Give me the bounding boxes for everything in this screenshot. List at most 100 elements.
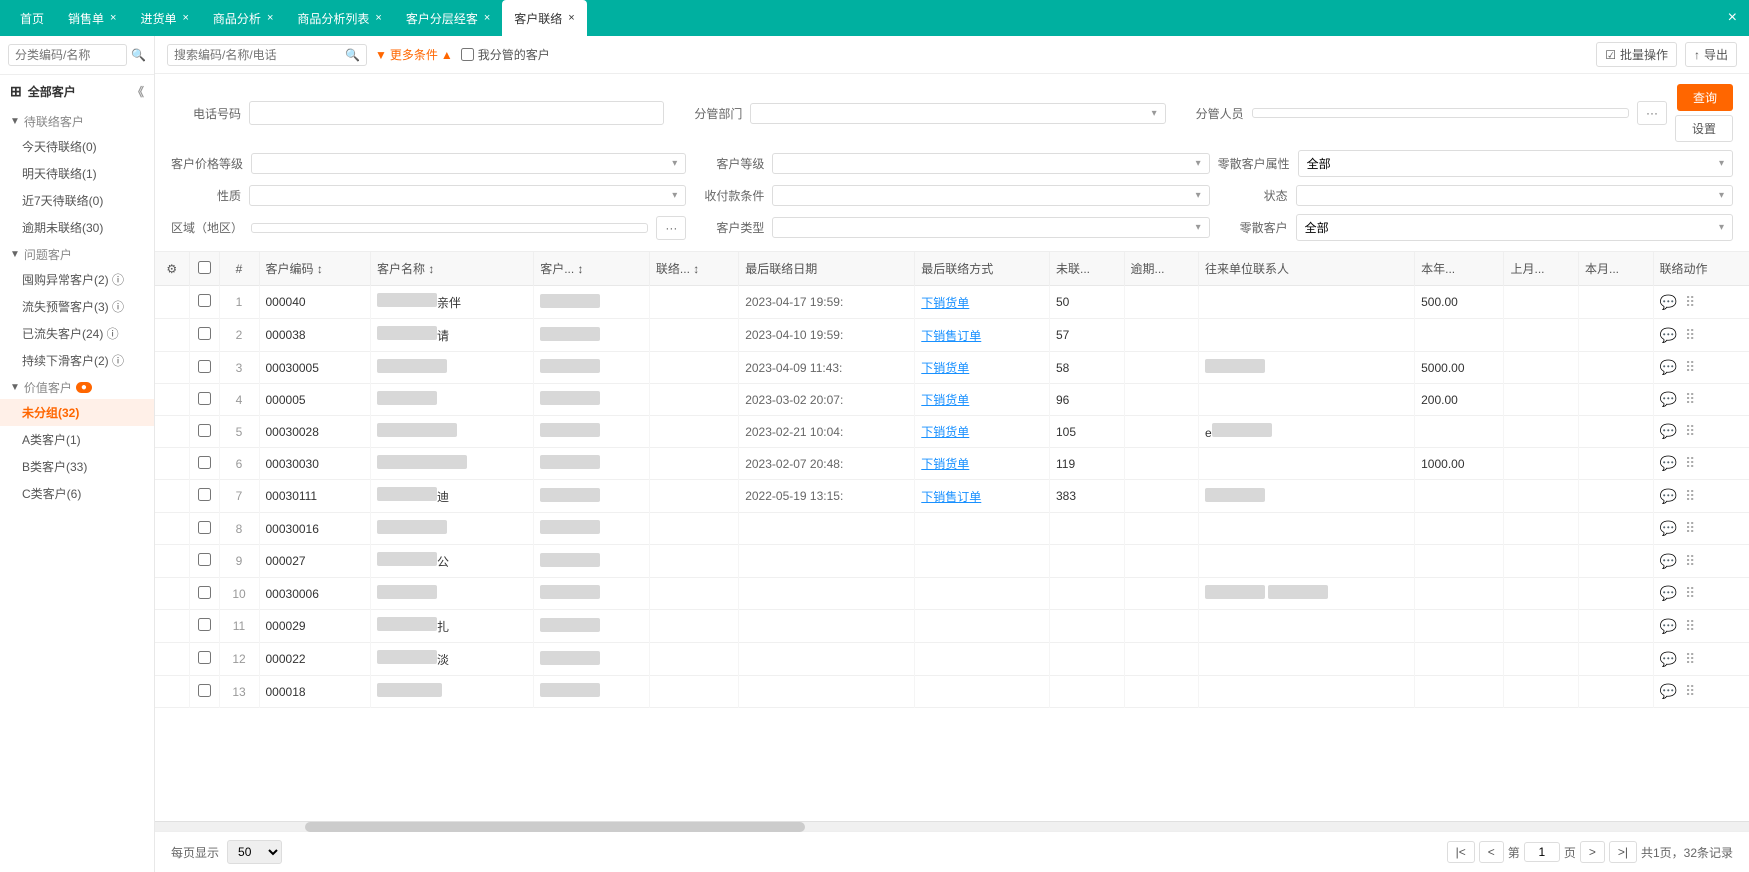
select-all-checkbox[interactable] xyxy=(198,261,211,274)
reset-button[interactable]: 设置 xyxy=(1675,115,1733,142)
row-checkbox[interactable] xyxy=(198,456,211,469)
payment-select[interactable]: ▾ xyxy=(772,185,1209,206)
row-checkbox[interactable] xyxy=(198,294,211,307)
scrollbar-thumb[interactable] xyxy=(305,822,805,832)
td-check[interactable] xyxy=(189,352,219,384)
dept-select[interactable]: ▾ xyxy=(750,103,1165,124)
more-icon[interactable]: ⠿ xyxy=(1685,585,1695,602)
contact-icon[interactable]: 💬 xyxy=(1660,327,1677,344)
sidebar-item-churned[interactable]: 已流失客户(24) ⓘ xyxy=(0,320,154,347)
td-check[interactable] xyxy=(189,448,219,480)
contact-icon[interactable]: 💬 xyxy=(1660,651,1677,668)
th-overdue[interactable]: 逾期... xyxy=(1124,252,1199,286)
th-name[interactable]: 客户名称 ↕ xyxy=(370,252,533,286)
more-icon[interactable]: ⠿ xyxy=(1685,553,1695,570)
more-icon[interactable]: ⠿ xyxy=(1685,488,1695,505)
row-checkbox[interactable] xyxy=(198,327,211,340)
last-page-btn[interactable]: >| xyxy=(1609,841,1637,863)
contact-icon[interactable]: 💬 xyxy=(1660,683,1677,700)
more-icon[interactable]: ⠿ xyxy=(1685,294,1695,311)
my-customers-label[interactable]: 我分管的客户 xyxy=(461,46,550,63)
main-search-icon[interactable]: 🔍 xyxy=(345,48,360,62)
row-checkbox[interactable] xyxy=(198,651,211,664)
row-checkbox[interactable] xyxy=(198,618,211,631)
th-settings[interactable]: ⚙ xyxy=(155,252,189,286)
last-method-link[interactable]: 下销货单 xyxy=(921,296,969,310)
tab-analysis[interactable]: 商品分析 × xyxy=(201,0,285,36)
th-check[interactable] xyxy=(189,252,219,286)
query-button[interactable]: 查询 xyxy=(1677,84,1733,111)
last-method-link[interactable]: 下销货单 xyxy=(921,361,969,375)
th-contact[interactable]: 联络... ↕ xyxy=(649,252,738,286)
sidebar-item-7days[interactable]: 近7天待联络(0) xyxy=(0,187,154,214)
row-checkbox[interactable] xyxy=(198,684,211,697)
export-btn[interactable]: ↑ 导出 xyxy=(1685,42,1737,67)
td-check[interactable] xyxy=(189,643,219,676)
tab-purchase[interactable]: 进货单 × xyxy=(128,0,200,36)
retail-select[interactable]: 全部 ▾ xyxy=(1296,214,1733,241)
contact-icon[interactable]: 💬 xyxy=(1660,520,1677,537)
first-page-btn[interactable]: |< xyxy=(1447,841,1475,863)
more-icon[interactable]: ⠿ xyxy=(1685,618,1695,635)
region-select[interactable] xyxy=(251,223,648,233)
more-icon[interactable]: ⠿ xyxy=(1685,455,1695,472)
contact-icon[interactable]: 💬 xyxy=(1660,618,1677,635)
sidebar-item-today[interactable]: 今天待联络(0) xyxy=(0,133,154,160)
next-page-btn[interactable]: > xyxy=(1580,841,1605,863)
my-customers-checkbox[interactable] xyxy=(461,48,474,61)
row-checkbox[interactable] xyxy=(198,488,211,501)
td-check[interactable] xyxy=(189,610,219,643)
sidebar-item-b-class[interactable]: B类客户(33) xyxy=(0,453,154,480)
per-page-select[interactable]: 50 100 xyxy=(227,840,282,864)
contact-icon[interactable]: 💬 xyxy=(1660,553,1677,570)
sidebar-all-label[interactable]: ⊞ 全部客户 《 xyxy=(0,75,154,108)
th-last-date[interactable]: 最后联络日期 xyxy=(739,252,915,286)
th-last-method[interactable]: 最后联络方式 xyxy=(915,252,1050,286)
row-checkbox[interactable] xyxy=(198,392,211,405)
td-check[interactable] xyxy=(189,480,219,513)
th-this-month[interactable]: 本月... xyxy=(1579,252,1654,286)
sidebar-group-value[interactable]: ▼ 价值客户 ● xyxy=(0,374,154,399)
td-check[interactable] xyxy=(189,513,219,545)
last-method-link[interactable]: 下销货单 xyxy=(921,393,969,407)
contact-icon[interactable]: 💬 xyxy=(1660,423,1677,440)
tab-customer-contact-close[interactable]: × xyxy=(568,12,574,24)
tab-customer-contact[interactable]: 客户联络 × xyxy=(502,0,586,36)
last-method-link[interactable]: 下销货单 xyxy=(921,457,969,471)
row-checkbox[interactable] xyxy=(198,553,211,566)
more-icon[interactable]: ⠿ xyxy=(1685,520,1695,537)
sidebar-search-input[interactable] xyxy=(8,44,127,66)
gender-select[interactable]: ▾ xyxy=(249,185,686,206)
region-ellipsis[interactable]: ··· xyxy=(656,216,686,240)
tab-home[interactable]: 首页 xyxy=(8,0,56,36)
tab-purchase-close[interactable]: × xyxy=(182,12,188,24)
tab-analysis-list[interactable]: 商品分析列表 × xyxy=(285,0,393,36)
sidebar-collapse-icon[interactable]: 《 xyxy=(132,83,144,100)
more-icon[interactable]: ⠿ xyxy=(1685,391,1695,408)
th-code[interactable]: 客户编码 ↕ xyxy=(259,252,370,286)
td-check[interactable] xyxy=(189,319,219,352)
page-input[interactable] xyxy=(1524,842,1560,862)
tab-bar-global-close[interactable]: × xyxy=(1728,9,1737,27)
person-select[interactable] xyxy=(1252,108,1629,118)
person-ellipsis[interactable]: ··· xyxy=(1637,101,1667,125)
sidebar-search-icon[interactable]: 🔍 xyxy=(131,48,146,62)
sidebar-item-ungroup[interactable]: 未分组(32) xyxy=(0,399,154,426)
td-check[interactable] xyxy=(189,384,219,416)
prev-page-btn[interactable]: < xyxy=(1479,841,1504,863)
tab-analysis-list-close[interactable]: × xyxy=(375,12,381,24)
phone-input[interactable] xyxy=(249,101,664,125)
td-check[interactable] xyxy=(189,416,219,448)
contact-icon[interactable]: 💬 xyxy=(1660,488,1677,505)
sidebar-group-waiting[interactable]: ▼ 待联络客户 xyxy=(0,108,154,133)
contact-icon[interactable]: 💬 xyxy=(1660,391,1677,408)
sidebar-group-problem[interactable]: ▼ 问题客户 xyxy=(0,241,154,266)
horizontal-scrollbar[interactable] xyxy=(155,821,1749,831)
th-type[interactable]: 客户... ↕ xyxy=(534,252,650,286)
sidebar-item-c-class[interactable]: C类客户(6) xyxy=(0,480,154,507)
sidebar-item-overdue[interactable]: 逾期未联络(30) xyxy=(0,214,154,241)
more-icon[interactable]: ⠿ xyxy=(1685,327,1695,344)
contact-icon[interactable]: 💬 xyxy=(1660,455,1677,472)
tab-analysis-close[interactable]: × xyxy=(267,12,273,24)
sidebar-item-hoarding[interactable]: 囤购异常客户(2) ⓘ xyxy=(0,266,154,293)
